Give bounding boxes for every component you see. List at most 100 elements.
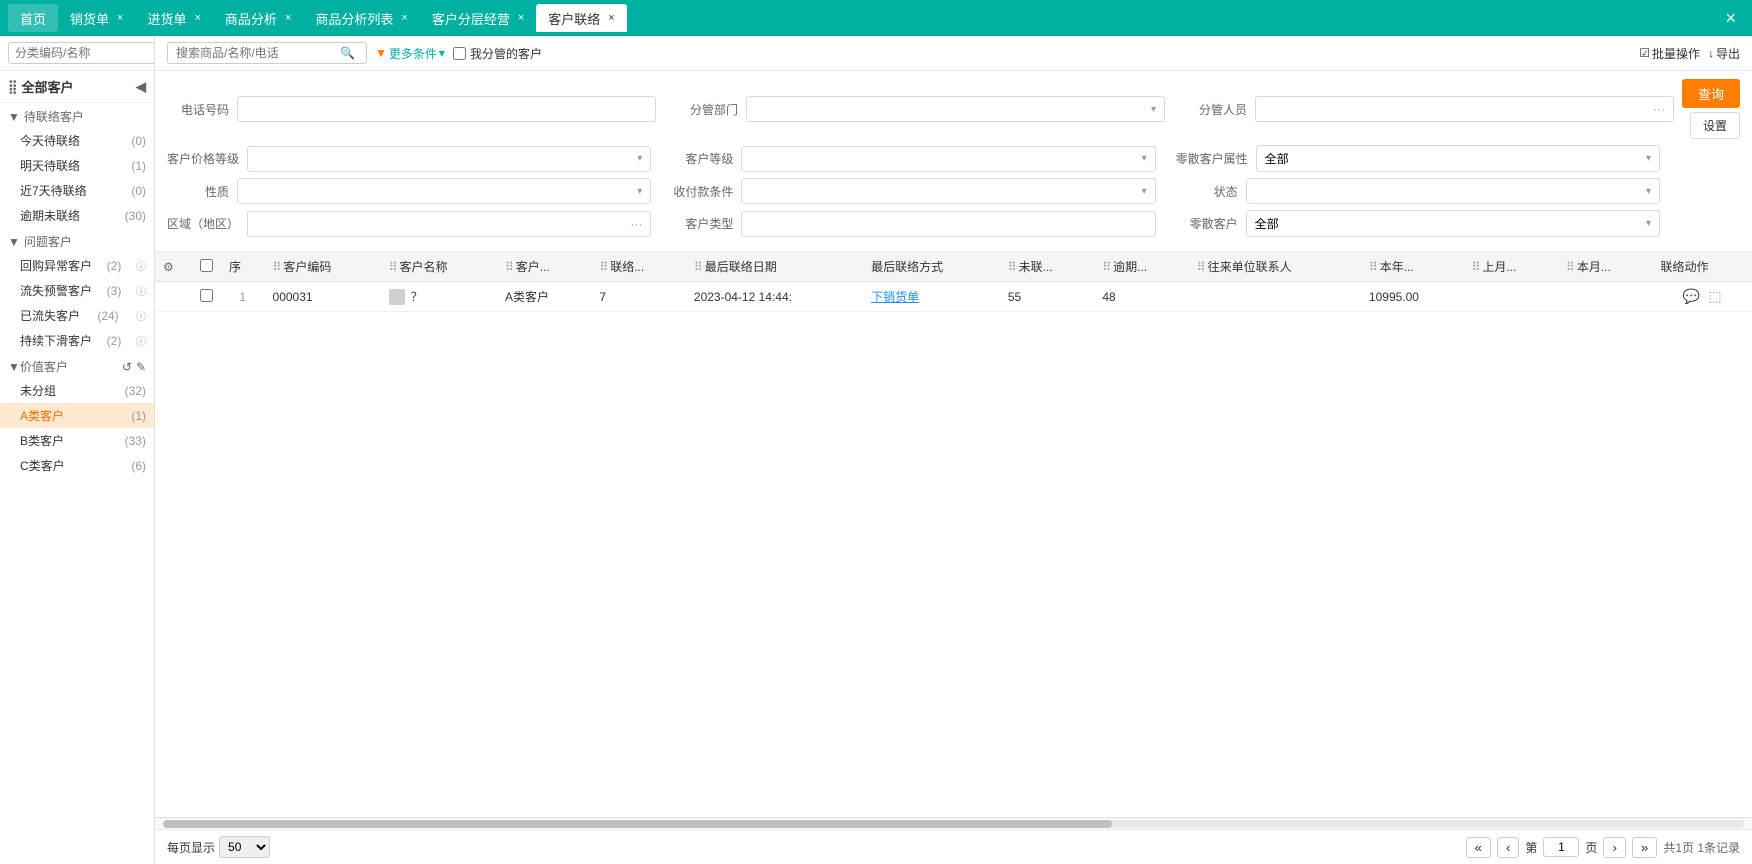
row-checkbox[interactable] <box>200 289 213 302</box>
qr-icon[interactable]: ⬚ <box>1708 288 1721 305</box>
customer-tier-close-icon[interactable]: × <box>518 12 524 24</box>
pending-contact-group[interactable]: ▼ 待联络客户 <box>0 103 154 128</box>
search-input[interactable] <box>176 46 336 60</box>
nav-goods-list[interactable]: 商品分析列表 × <box>303 4 419 32</box>
abnormal-repurchase-item[interactable]: 回购异常客户 (2) ⓘ <box>0 253 154 278</box>
all-customers-header[interactable]: ⣿ 全部客户 ◀ <box>0 71 154 103</box>
purchase-close-icon[interactable]: × <box>194 12 200 24</box>
tomorrow-pending-badge: (1) <box>131 159 146 173</box>
search-icon[interactable]: 🔍 <box>340 46 355 60</box>
churn-warning-item[interactable]: 流失预警客户 (3) ⓘ <box>0 278 154 303</box>
my-customers-checkbox[interactable] <box>453 47 466 60</box>
name-sort-icon: ⠿ <box>389 260 398 274</box>
churned-label: 已流失客户 <box>20 307 80 324</box>
class-b-label: B类客户 <box>20 432 64 449</box>
class-b-item[interactable]: B类客户 (33) <box>0 428 154 453</box>
region-select[interactable]: ··· <box>247 211 651 237</box>
nav-home[interactable]: 首页 <box>8 4 58 32</box>
close-all-button[interactable]: × <box>1717 8 1744 29</box>
col-contact-count[interactable]: ⠿ 联络... <box>591 252 685 282</box>
last-method-link[interactable]: 下销货单 <box>871 290 919 304</box>
status-select[interactable]: ▾ <box>1246 178 1660 204</box>
settings-button[interactable]: 设置 <box>1690 112 1740 139</box>
col-current-year[interactable]: ⠿ 本年... <box>1361 252 1464 282</box>
payment-select[interactable]: ▾ <box>741 178 1155 204</box>
edit-group-icon[interactable]: ✎ <box>136 360 146 374</box>
phone-input[interactable] <box>237 96 656 122</box>
col-last-date[interactable]: ⠿ 最后联络日期 <box>686 252 863 282</box>
nav-goods-analysis[interactable]: 商品分析 × <box>213 4 303 32</box>
nav-sales[interactable]: 销货单 × <box>58 4 135 32</box>
nav-customer-contact[interactable]: 客户联络 × <box>536 4 626 32</box>
cust-type-label: 客户类型 <box>671 215 741 232</box>
retail-attr-select[interactable]: 全部 ▾ <box>1256 145 1660 172</box>
customer-contact-close-icon[interactable]: × <box>608 12 614 24</box>
bulk-op-button[interactable]: ☑ 批量操作 <box>1639 45 1700 62</box>
my-customers-checkbox-area[interactable]: 我分管的客户 <box>453 45 542 62</box>
total-page-label: 页 <box>1585 839 1597 856</box>
export-button[interactable]: ↓ 导出 <box>1708 45 1740 62</box>
page-size-select[interactable]: 10 20 50 100 <box>219 836 270 858</box>
cust-grade-select[interactable]: ▾ <box>741 146 1155 172</box>
sidebar-search-area: 🔍 <box>0 36 154 71</box>
nature-select[interactable]: ▾ <box>237 178 651 204</box>
prev-page-button[interactable]: ‹ <box>1497 837 1519 858</box>
scrollbar-thumb[interactable] <box>163 820 1112 828</box>
query-button[interactable]: 查询 <box>1682 79 1740 108</box>
dept-filter-cell: 分管部门 ▾ <box>676 96 1165 122</box>
collapse-arrow-icon[interactable]: ◀ <box>136 79 146 95</box>
page-number-input[interactable] <box>1543 837 1579 857</box>
col-gear-icon[interactable]: ⚙ <box>163 260 174 274</box>
col-company-contact[interactable]: ⠿ 往来单位联系人 <box>1189 252 1361 282</box>
col-last-method[interactable]: 最后联络方式 <box>863 252 1000 282</box>
nav-customer-tier[interactable]: 客户分层经营 × <box>420 4 536 32</box>
class-a-item[interactable]: A类客户 (1) <box>0 403 154 428</box>
more-conditions-button[interactable]: ▼ 更多条件 ▾ <box>375 45 445 62</box>
retail-attr-label: 零散客户属性 <box>1176 150 1256 167</box>
manager-select[interactable]: ··· <box>1255 96 1674 122</box>
today-pending-item[interactable]: 今天待联络 (0) <box>0 128 154 153</box>
problem-customers-group[interactable]: ▼ 问题客户 <box>0 228 154 253</box>
filter-row-1: 电话号码 分管部门 ▾ 分管人员 <box>167 79 1740 139</box>
select-all-checkbox[interactable] <box>200 259 213 272</box>
goods-analysis-close-icon[interactable]: × <box>285 12 291 24</box>
col-this-month[interactable]: ⠿ 本月... <box>1558 252 1652 282</box>
col-overdue[interactable]: ⠿ 逾期... <box>1094 252 1188 282</box>
sidebar-search-input[interactable] <box>8 42 155 64</box>
unclassified-item[interactable]: 未分组 (32) <box>0 378 154 403</box>
action-label: 联络动作 <box>1660 260 1708 274</box>
grid-icon: ⣿ <box>8 79 18 95</box>
price-grade-select[interactable]: ▾ <box>247 146 651 172</box>
tomorrow-pending-item[interactable]: 明天待联络 (1) <box>0 153 154 178</box>
goods-list-close-icon[interactable]: × <box>401 12 407 24</box>
next-page-button[interactable]: › <box>1603 837 1625 858</box>
churned-item[interactable]: 已流失客户 (24) ⓘ <box>0 303 154 328</box>
abnormal-repurchase-label: 回购异常客户 <box>20 257 92 274</box>
col-last-month[interactable]: ⠿ 上月... <box>1464 252 1558 282</box>
retail-cust-select[interactable]: 全部 ▾ <box>1246 210 1660 237</box>
sales-close-icon[interactable]: × <box>117 12 123 24</box>
col-uncontacted[interactable]: ⠿ 未联... <box>1000 252 1094 282</box>
class-c-item[interactable]: C类客户 (6) <box>0 453 154 478</box>
refresh-icon[interactable]: ↺ <box>122 360 132 374</box>
seq-label: 序 <box>229 258 241 275</box>
col-level[interactable]: ⠿ 客户... <box>497 252 591 282</box>
horizontal-scrollbar[interactable] <box>155 817 1752 829</box>
row-overdue: 48 <box>1094 282 1188 312</box>
row-checkbox-cell[interactable] <box>191 282 221 312</box>
overdue-contact-item[interactable]: 逾期未联络 (30) <box>0 203 154 228</box>
last-page-button[interactable]: » <box>1632 837 1657 858</box>
declining-item[interactable]: 持续下滑客户 (2) ⓘ <box>0 328 154 353</box>
first-page-button[interactable]: « <box>1466 837 1491 858</box>
col-name[interactable]: ⠿ 客户名称 <box>381 252 497 282</box>
col-code[interactable]: ⠿ 客户编码 <box>265 252 381 282</box>
cust-type-input[interactable] <box>741 211 1155 237</box>
more-conditions-label: 更多条件 <box>389 45 437 62</box>
value-customers-group[interactable]: ▼ 价值客户 ↺ ✎ <box>0 353 154 378</box>
week-pending-item[interactable]: 近7天待联络 (0) <box>0 178 154 203</box>
home-label: 首页 <box>20 9 46 28</box>
nav-purchase[interactable]: 进货单 × <box>135 4 212 32</box>
dept-select[interactable]: ▾ <box>746 96 1165 122</box>
comment-icon[interactable]: 💬 <box>1683 288 1700 305</box>
search-box[interactable]: 🔍 <box>167 42 367 64</box>
